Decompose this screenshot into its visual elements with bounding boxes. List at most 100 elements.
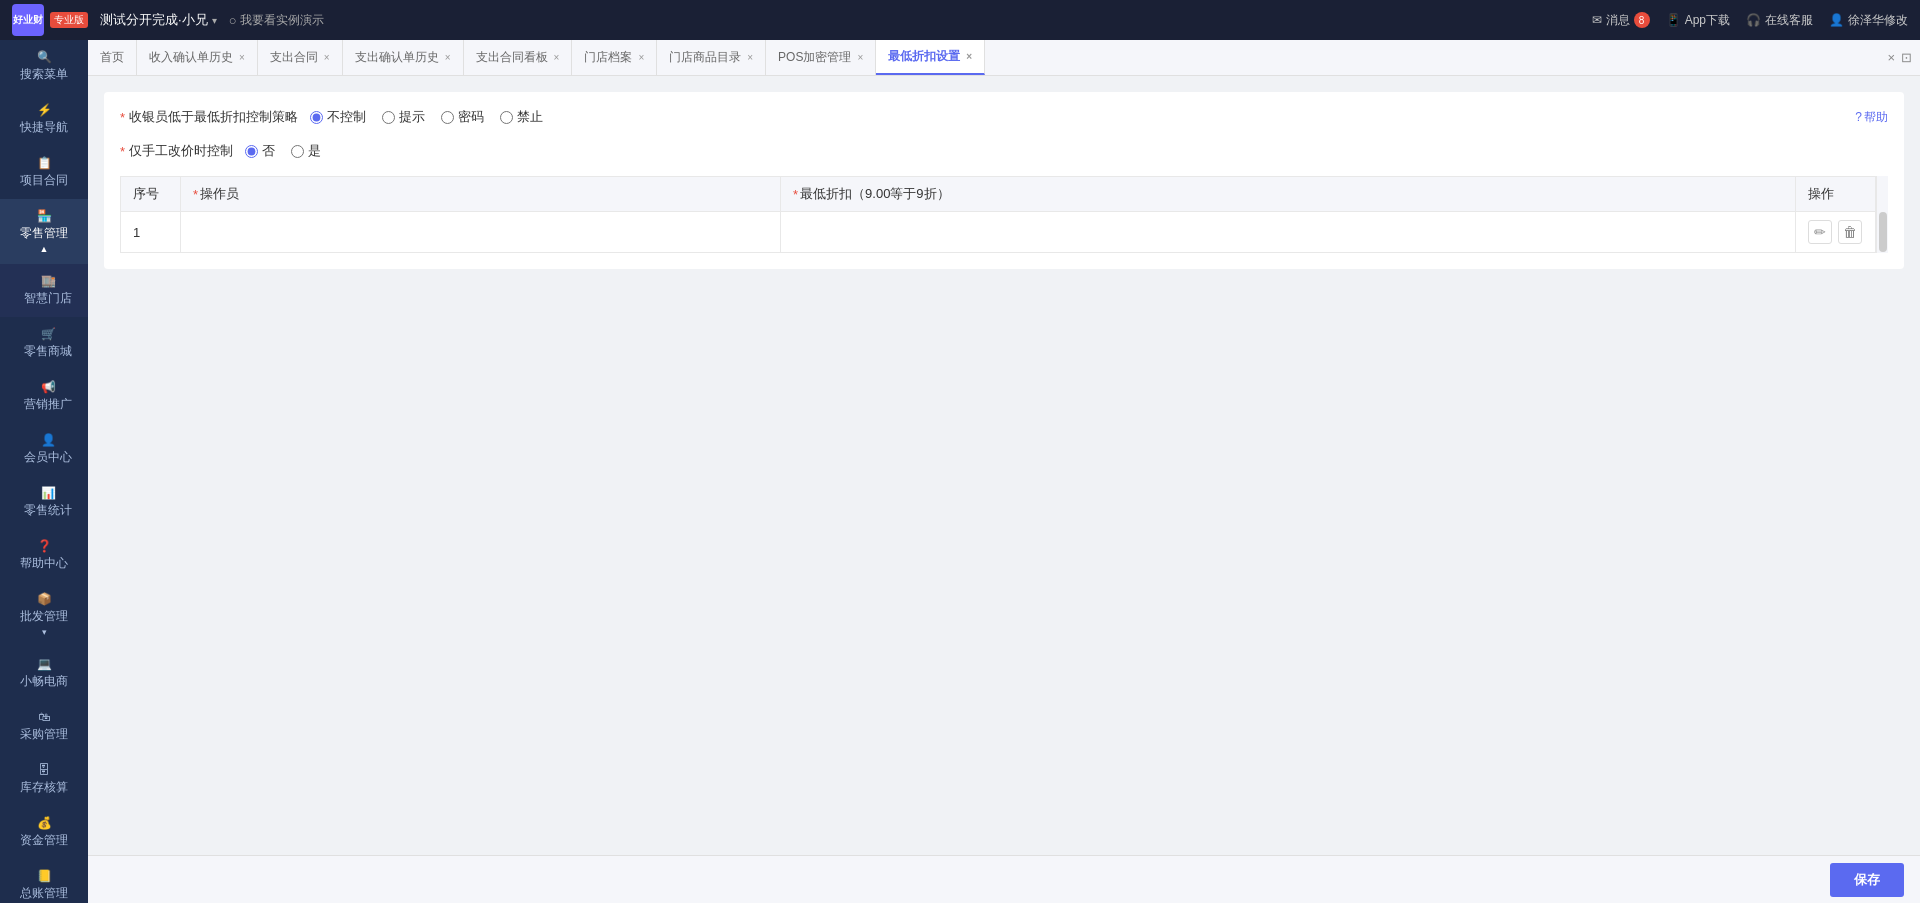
tab-pos-encrypt-close[interactable]: × (857, 52, 863, 63)
tab-min-discount-close[interactable]: × (966, 51, 972, 62)
tab-store-file[interactable]: 门店档案 × (572, 40, 657, 75)
form-row-manual-price: * 仅手工改价时控制 否 是 (120, 142, 1888, 160)
sidebar-label-inventory: 库存核算 (20, 779, 68, 796)
help-icon: ❓ (37, 539, 52, 553)
tab-store-product-close[interactable]: × (747, 52, 753, 63)
td-seq: 1 (121, 212, 181, 253)
tab-store-file-label: 门店档案 (584, 49, 632, 66)
sidebar-item-help[interactable]: ❓ 帮助中心 (0, 529, 88, 582)
sidebar-label-purchase: 采购管理 (20, 726, 68, 743)
th-min-discount: * 最低折扣（9.00等于9折） (781, 177, 1796, 212)
tab-payment-contract-board-close[interactable]: × (554, 52, 560, 63)
right-panel: 首页 收入确认单历史 × 支出合同 × 支出确认单历史 × 支出合同看板 × 门… (88, 40, 1920, 903)
sidebar-item-accounting[interactable]: 📒 总账管理 (0, 859, 88, 903)
online-service-item[interactable]: 🎧 在线客服 (1746, 12, 1813, 29)
main-card: * 收银员低于最低折扣控制策略 不控制 提示 (104, 92, 1904, 269)
table-header-row: 序号 * 操作员 * (121, 177, 1888, 212)
sidebar-label-ecommerce: 小畅电商 (20, 673, 68, 690)
manual-price-radio-group: 否 是 (245, 142, 321, 160)
help-label: 帮助 (1864, 109, 1888, 126)
finance-icon: 💰 (37, 816, 52, 830)
tab-store-product-label: 门店商品目录 (669, 49, 741, 66)
radio-yes[interactable]: 是 (291, 142, 321, 160)
quicknav-icon: ⚡ (37, 103, 52, 117)
table-row: 1 ✏ 🗑 (121, 212, 1888, 253)
tab-payment-contract-board[interactable]: 支出合同看板 × (464, 40, 573, 75)
sidebar-item-retail[interactable]: 🏪 零售管理 ▲ (0, 199, 88, 264)
tab-store-file-close[interactable]: × (638, 52, 644, 63)
headset-icon: 🎧 (1746, 13, 1761, 27)
edit-button[interactable]: ✏ (1808, 220, 1832, 244)
sidebar-label-member: 会员中心 (24, 449, 72, 466)
tab-store-product[interactable]: 门店商品目录 × (657, 40, 766, 75)
sidebar-item-purchase[interactable]: 🛍 采购管理 (0, 700, 88, 753)
sidebar-label-smart-store: 智慧门店 (24, 290, 72, 307)
sidebar-item-ecommerce[interactable]: 💻 小畅电商 (0, 647, 88, 700)
project-selector[interactable]: 测试分开完成·小兄 ▾ (100, 11, 217, 29)
online-service-label: 在线客服 (1765, 12, 1813, 29)
td-min-discount[interactable] (781, 212, 1796, 253)
sidebar-item-finance[interactable]: 💰 资金管理 (0, 806, 88, 859)
help-link[interactable]: ? 帮助 (1855, 109, 1888, 126)
messages-item[interactable]: ✉ 消息 8 (1592, 12, 1650, 29)
chevron-down-icon: ▾ (212, 15, 217, 26)
radio-no[interactable]: 否 (245, 142, 275, 160)
sidebar-item-marketing[interactable]: 📢 营销推广 (0, 370, 88, 423)
demo-link[interactable]: ○ 我要看实例演示 (229, 12, 325, 29)
inventory-icon: 🗄 (38, 763, 50, 777)
tab-income-history-label: 收入确认单历史 (149, 49, 233, 66)
sidebar-item-wholesale[interactable]: 📦 批发管理 ▾ (0, 582, 88, 647)
tab-payment-contract[interactable]: 支出合同 × (258, 40, 343, 75)
tab-pos-encrypt-label: POS加密管理 (778, 49, 851, 66)
tab-payment-contract-close[interactable]: × (324, 52, 330, 63)
sidebar-item-quicknav[interactable]: ⚡ 快捷导航 (0, 93, 88, 146)
retail-mall-icon: 🛒 (41, 327, 56, 341)
radio-remind[interactable]: 提示 (382, 108, 425, 126)
tab-expand-icon[interactable]: ⊡ (1901, 50, 1912, 65)
tab-min-discount[interactable]: 最低折扣设置 × (876, 40, 985, 75)
radio-password[interactable]: 密码 (441, 108, 484, 126)
tab-collapse-icon[interactable]: × (1887, 50, 1895, 65)
tab-payment-confirm-history[interactable]: 支出确认单历史 × (343, 40, 464, 75)
wholesale-arrow-icon: ▾ (42, 627, 47, 637)
app-download-item[interactable]: 📱 App下载 (1666, 12, 1730, 29)
member-icon: 👤 (41, 433, 56, 447)
sidebar-item-retail-mall[interactable]: 🛒 零售商城 (0, 317, 88, 370)
user-item[interactable]: 👤 徐泽华修改 (1829, 12, 1908, 29)
sidebar-item-project[interactable]: 📋 项目合同 (0, 146, 88, 199)
tab-payment-confirm-history-close[interactable]: × (445, 52, 451, 63)
tab-pos-encrypt[interactable]: POS加密管理 × (766, 40, 876, 75)
sidebar-item-inventory[interactable]: 🗄 库存核算 (0, 753, 88, 806)
question-icon: ? (1855, 110, 1862, 124)
sidebar-item-retail-stats[interactable]: 📊 零售统计 (0, 476, 88, 529)
app-download-label: App下载 (1685, 12, 1730, 29)
user-name: 徐泽华修改 (1848, 12, 1908, 29)
th-action: 操作 (1796, 177, 1876, 212)
tab-bar-actions: × ⊡ (1879, 50, 1920, 65)
delete-button[interactable]: 🗑 (1838, 220, 1862, 244)
smart-store-icon: 🏬 (41, 274, 56, 288)
logo-area: 好业财 专业版 (12, 4, 88, 36)
sidebar-item-member[interactable]: 👤 会员中心 (0, 423, 88, 476)
sidebar-item-search[interactable]: 🔍 搜索菜单 (0, 40, 88, 93)
radio-forbid[interactable]: 禁止 (500, 108, 543, 126)
bottom-bar: 保存 (88, 855, 1920, 903)
save-button[interactable]: 保存 (1830, 863, 1904, 897)
radio-no-control[interactable]: 不控制 (310, 108, 366, 126)
sidebar-item-smart-store[interactable]: 🏬 智慧门店 (0, 264, 88, 317)
tab-home[interactable]: 首页 (88, 40, 137, 75)
discount-table: 序号 * 操作员 * (120, 176, 1888, 253)
table-wrapper: 序号 * 操作员 * (120, 176, 1888, 253)
scrollbar-thumb[interactable] (1879, 212, 1887, 252)
tab-payment-contract-board-label: 支出合同看板 (476, 49, 548, 66)
tab-income-history-close[interactable]: × (239, 52, 245, 63)
messages-label: 消息 (1606, 12, 1630, 29)
top-bar: 好业财 专业版 测试分开完成·小兄 ▾ ○ 我要看实例演示 ✉ 消息 8 📱 A… (0, 0, 1920, 40)
tab-income-history[interactable]: 收入确认单历史 × (137, 40, 258, 75)
project-icon: 📋 (37, 156, 52, 170)
scrollbar-track[interactable] (1876, 176, 1888, 253)
th-operator: * 操作员 (181, 177, 781, 212)
sidebar-label-retail-stats: 零售统计 (24, 502, 72, 519)
td-operator[interactable] (181, 212, 781, 253)
user-avatar-icon: 👤 (1829, 13, 1844, 27)
